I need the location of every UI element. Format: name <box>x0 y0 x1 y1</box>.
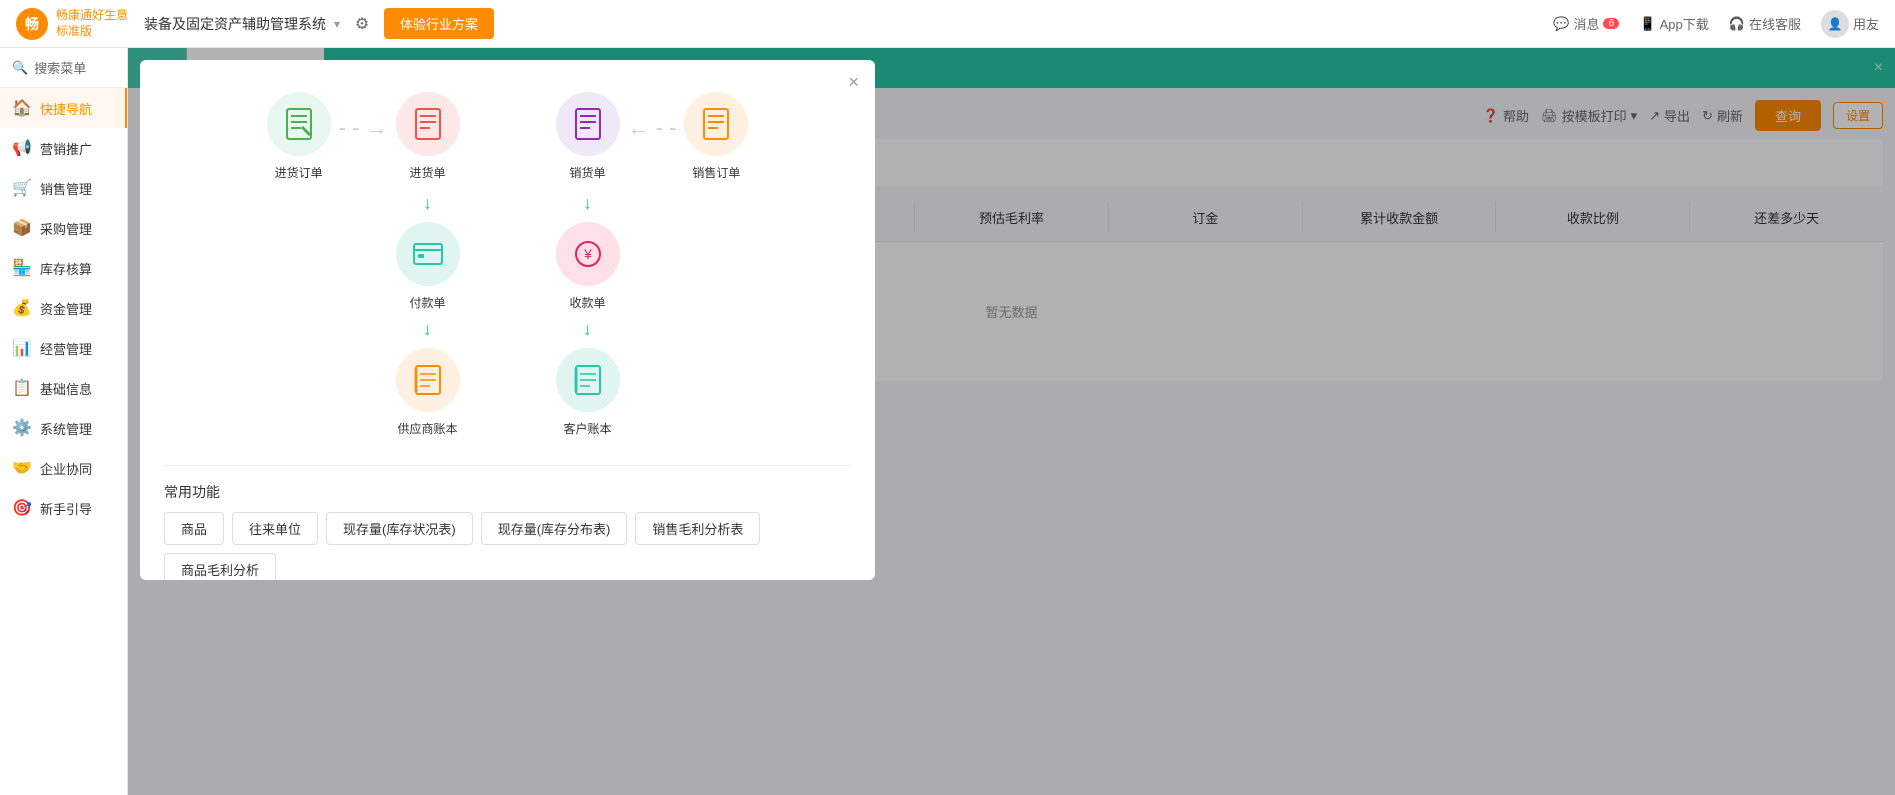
message-badge: 6 <box>1603 18 1619 29</box>
node-payment[interactable]: 付款单 <box>388 214 468 319</box>
collab-icon: 🤝 <box>12 458 32 478</box>
arrow-down-sales: ↓ <box>583 193 592 213</box>
content-area: 首页 销售订单执行表 × × ❓ 帮助 🖨 按模板打印 ▾ <box>128 48 1895 795</box>
avatar: 👤 <box>1821 10 1849 38</box>
operations-icon: 📊 <box>12 338 32 358</box>
arrow-down-payment: ↓ <box>423 319 432 339</box>
main-layout: 🔍 搜索菜单 🏠 快捷导航 📢 营销推广 🛒 销售管理 📦 采购管理 🏪 库存核… <box>0 48 1895 795</box>
func-btn-stock-status[interactable]: 现存量(库存状况表) <box>326 512 473 545</box>
message-icon: 💬 <box>1553 16 1569 32</box>
common-funcs-title: 常用功能 <box>164 482 851 502</box>
sidebar-item-quick-nav[interactable]: 🏠 快捷导航 <box>0 88 127 128</box>
node-sales-order[interactable]: 销售订单 <box>676 88 756 189</box>
sidebar: 🔍 搜索菜单 🏠 快捷导航 📢 营销推广 🛒 销售管理 📦 采购管理 🏪 库存核… <box>0 48 128 795</box>
sales-order-circle <box>684 92 748 156</box>
message-action[interactable]: 💬 消息 6 <box>1553 14 1619 33</box>
header-right: 💬 消息 6 📱 App下载 🎧 在线客服 👤 用友 <box>1553 10 1879 38</box>
purchase-bill-circle <box>396 92 460 156</box>
sidebar-item-purchase[interactable]: 📦 采购管理 <box>0 208 127 248</box>
node-receipt[interactable]: ¥ 收款单 <box>548 214 628 319</box>
func-buttons-row1: 商品 往来单位 现存量(库存状况表) 现存量(库存分布表) 销售毛利分析表 商品… <box>164 512 851 580</box>
sidebar-item-sales[interactable]: 🛒 销售管理 <box>0 168 127 208</box>
user-menu[interactable]: 👤 用友 <box>1821 10 1879 38</box>
experience-btn[interactable]: 体验行业方案 <box>384 8 494 39</box>
online-service-action[interactable]: 🎧 在线客服 <box>1729 14 1801 33</box>
purchase-order-circle <box>267 92 331 156</box>
func-btn-product[interactable]: 商品 <box>164 512 224 545</box>
arrow-down-purchase: ↓ <box>423 193 432 213</box>
modal-close-btn[interactable]: × <box>848 88 859 93</box>
sidebar-item-collab[interactable]: 🤝 企业协同 <box>0 448 127 488</box>
logo-icon: 畅 <box>16 8 48 40</box>
func-btn-product-margin[interactable]: 商品毛利分析 <box>164 553 276 580</box>
sidebar-item-guide[interactable]: 🎯 新手引导 <box>0 488 127 528</box>
inventory-icon: 🏪 <box>12 258 32 278</box>
node-purchase-bill[interactable]: 进货单 <box>388 88 468 189</box>
sales-bill-circle <box>556 92 620 156</box>
modal-box: × 进货订单 <box>140 88 875 580</box>
payment-circle <box>396 222 460 286</box>
settings-icon[interactable]: ⚙ <box>348 10 376 38</box>
flow-row-3: 付款单 ¥ 收款单 <box>300 214 716 319</box>
receipt-circle: ¥ <box>556 222 620 286</box>
sidebar-item-basic-info[interactable]: 📋 基础信息 <box>0 368 127 408</box>
logo-text: 畅康通好生意 标准版 <box>56 8 128 39</box>
supplier-ledger-circle <box>396 348 460 412</box>
sidebar-search[interactable]: 🔍 搜索菜单 <box>0 48 127 88</box>
modal-overlay: × 进货订单 <box>128 88 1895 795</box>
app-download-action[interactable]: 📱 App下载 <box>1639 14 1708 33</box>
flow-row-1: 进货订单 - - → 进货单 <box>259 88 757 189</box>
finance-icon: 💰 <box>12 298 32 318</box>
system-icon: ⚙️ <box>12 418 32 438</box>
top-header: 畅 畅康通好生意 标准版 装备及固定资产辅助管理系统 ▾ ⚙ 体验行业方案 💬 … <box>0 0 1895 48</box>
sidebar-item-operations[interactable]: 📊 经营管理 <box>0 328 127 368</box>
arrow-down-receipt: ↓ <box>583 319 592 339</box>
purchase-icon: 📦 <box>12 218 32 238</box>
system-title-area: 装备及固定资产辅助管理系统 ▾ ⚙ 体验行业方案 <box>144 8 1553 39</box>
marketing-icon: 📢 <box>12 138 32 158</box>
node-purchase-order[interactable]: 进货订单 <box>259 88 339 189</box>
flow-row-5: 供应商账本 客户账本 <box>300 340 716 445</box>
node-sales-bill[interactable]: 销货单 <box>548 88 628 189</box>
sidebar-item-system[interactable]: ⚙️ 系统管理 <box>0 408 127 448</box>
customer-ledger-circle <box>556 348 620 412</box>
sidebar-item-inventory[interactable]: 🏪 库存核算 <box>0 248 127 288</box>
sidebar-item-finance[interactable]: 💰 资金管理 <box>0 288 127 328</box>
arrow-left-1: ← - - <box>628 115 677 159</box>
flow-row-4-arrows: ↓ ↓ <box>164 319 851 340</box>
logo-area: 畅 畅康通好生意 标准版 <box>16 8 144 40</box>
node-customer-ledger[interactable]: 客户账本 <box>548 340 628 445</box>
guide-icon: 🎯 <box>12 498 32 518</box>
svg-text:¥: ¥ <box>583 246 592 262</box>
flow-diagram: 进货订单 - - → 进货单 <box>164 88 851 445</box>
search-icon: 🔍 <box>12 60 28 76</box>
home-icon: 🏠 <box>12 98 32 118</box>
node-supplier-ledger[interactable]: 供应商账本 <box>388 340 468 445</box>
basic-info-icon: 📋 <box>12 378 32 398</box>
chevron-down-icon[interactable]: ▾ <box>334 17 340 31</box>
func-btn-stock-dist[interactable]: 现存量(库存分布表) <box>481 512 628 545</box>
phone-icon: 📱 <box>1639 16 1655 32</box>
headset-icon: 🎧 <box>1729 16 1745 32</box>
sidebar-item-marketing[interactable]: 📢 营销推广 <box>0 128 127 168</box>
func-btn-contacts[interactable]: 往来单位 <box>232 512 318 545</box>
arrow-right-1: - - → <box>339 115 388 159</box>
common-funcs: 常用功能 商品 往来单位 现存量(库存状况表) 现存量(库存分布表) 销售毛利分… <box>164 465 851 580</box>
func-btn-sales-margin[interactable]: 销售毛利分析表 <box>635 512 760 545</box>
sales-icon: 🛒 <box>12 178 32 198</box>
flow-row-2-arrows: ↓ ↓ <box>164 193 851 214</box>
page-content: ❓ 帮助 🖨 按模板打印 ▾ ↗ 导出 ↻ 刷新 查询 设置 <box>128 88 1895 795</box>
system-title: 装备及固定资产辅助管理系统 <box>144 14 326 34</box>
